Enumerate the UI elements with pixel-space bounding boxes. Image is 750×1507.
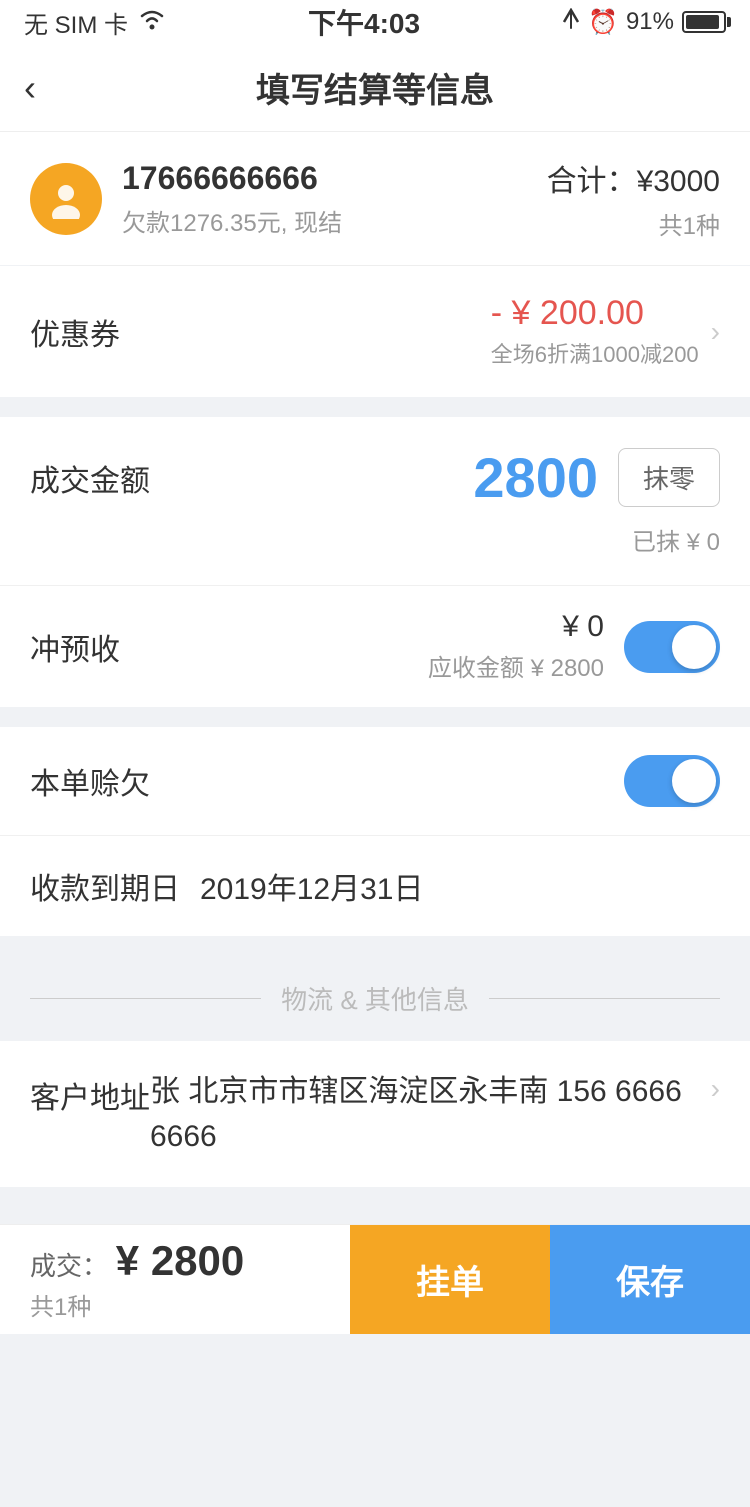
duedate-section: 收款到期日 2019年12月31日 [0,835,750,936]
bottom-bar: 成交： ¥ 2800 共1种 挂单 保存 [0,1224,750,1334]
toggle-knob [672,625,716,669]
total-count: 共1种 [547,206,720,241]
divider-large-2 [0,707,750,727]
deal-sub-text: 已抹 ¥ 0 [632,529,720,556]
divider-large-1 [0,397,750,417]
coupon-right: - ¥ 200.00 全场6折满1000减200 › [491,294,720,369]
status-time: 下午4:03 [308,2,420,42]
address-value: 张 北京市市辖区海淀区永丰南 156 6666 6666 [150,1069,699,1159]
avatar [30,163,102,235]
section-divider-text: 物流 & 其他信息 [281,980,469,1017]
carrier-text: 无 SIM 卡 [24,5,128,40]
credit-toggle[interactable] [624,755,720,807]
bottom-deal-amount: ¥ 2800 [116,1237,244,1284]
divider-line-left [30,998,261,999]
coupon-discount: - ¥ 200.00 [491,294,699,333]
customer-section: 17666666666 欠款1276.35元, 现结 合计：¥3000 共1种 [0,132,750,265]
coupon-description: 全场6折满1000减200 [491,337,699,369]
advance-toggle[interactable] [624,621,720,673]
save-button[interactable]: 保存 [550,1225,750,1334]
customer-phone: 17666666666 [122,160,342,197]
section-divider: 物流 & 其他信息 [0,956,750,1041]
status-right: ⏰ 91% [562,8,726,37]
advance-section: 冲预收 ¥ 0 应收金额 ¥ 2800 [0,585,750,707]
credit-label: 本单赊欠 [30,759,150,803]
battery-percent: 91% [626,8,674,36]
alarm-icon: ⏰ [588,8,618,37]
wifi-icon [138,8,166,37]
total-amount: 合计：¥3000 [547,156,720,200]
coupon-row[interactable]: 优惠券 - ¥ 200.00 全场6折满1000减200 › [0,266,750,397]
customer-debt: 欠款1276.35元, 现结 [122,203,342,238]
bottom-deal-row: 成交： ¥ 2800 [30,1237,320,1285]
hold-button[interactable]: 挂单 [350,1225,550,1334]
customer-row: 17666666666 欠款1276.35元, 现结 合计：¥3000 共1种 [30,156,720,241]
address-label: 客户地址 [30,1073,150,1117]
address-chevron-icon: › [711,1073,720,1105]
credit-toggle-knob [672,759,716,803]
customer-info: 17666666666 欠款1276.35元, 现结 [122,160,342,238]
divider-line-right [489,998,720,999]
advance-receivable: 应收金额 ¥ 2800 [428,648,604,683]
back-button[interactable]: ‹ [24,67,84,109]
deal-row: 成交金额 2800 抹零 [30,445,720,510]
advance-amount: ¥ 0 [428,610,604,644]
location-icon [562,8,580,37]
deal-amount-container: 2800 抹零 [473,445,720,510]
customer-left: 17666666666 欠款1276.35元, 现结 [30,160,342,238]
coupon-label: 优惠券 [30,310,120,354]
address-section[interactable]: 客户地址 张 北京市市辖区海淀区永丰南 156 6666 6666 › [0,1041,750,1187]
deal-amount: 2800 [473,445,598,510]
deal-label: 成交金额 [30,456,150,500]
duedate-label: 收款到期日 [30,864,180,908]
bottom-deal-label: 成交： [30,1251,108,1281]
deal-section: 成交金额 2800 抹零 已抹 ¥ 0 [0,417,750,585]
customer-total: 合计：¥3000 共1种 [547,156,720,241]
divider-large-3 [0,936,750,956]
status-left: 无 SIM 卡 [24,5,166,40]
nav-bar: ‹ 填写结算等信息 [0,44,750,132]
bottom-info: 成交： ¥ 2800 共1种 [0,1225,350,1334]
chevron-right-icon: › [711,316,720,348]
advance-label: 冲预收 [30,625,120,669]
advance-amount-block: ¥ 0 应收金额 ¥ 2800 [428,610,604,683]
duedate-value: 2019年12月31日 [200,864,423,908]
round-button[interactable]: 抹零 [618,448,720,507]
advance-right: ¥ 0 应收金额 ¥ 2800 [428,610,720,683]
page-title: 填写结算等信息 [256,63,494,112]
credit-section: 本单赊欠 [0,727,750,835]
battery-fill [686,15,719,29]
status-bar: 无 SIM 卡 下午4:03 ⏰ 91% [0,0,750,44]
bottom-count: 共1种 [30,1287,320,1322]
battery-icon [682,11,726,33]
